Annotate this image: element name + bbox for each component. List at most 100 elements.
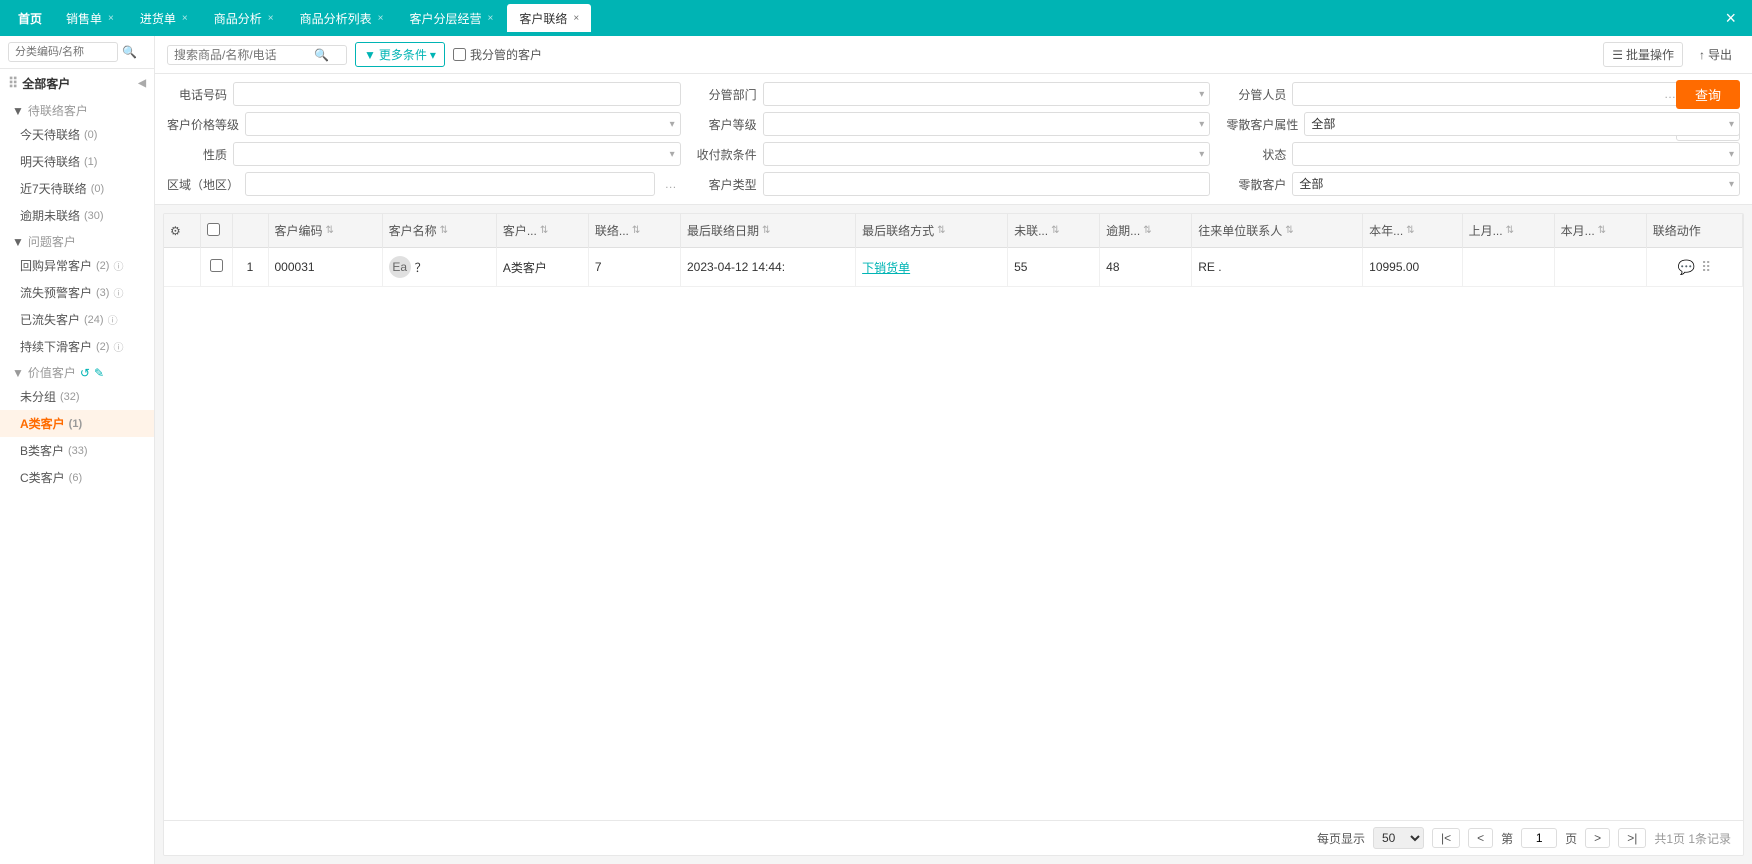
sidebar-search-area: 🔍	[0, 36, 154, 69]
my-customers-checkbox-area[interactable]: 我分管的客户	[453, 46, 542, 63]
sidebar-item-class-a[interactable]: A类客户 (1)	[0, 410, 154, 437]
sidebar-item-loss-warning[interactable]: 流失预警客户 (3) ⓘ	[0, 279, 154, 306]
sort-last-method-icon[interactable]: ⇅	[937, 225, 945, 236]
sidebar-all-customers-header[interactable]: ⠿ 全部客户 ◀	[0, 69, 154, 98]
close-product-analysis-icon[interactable]: ×	[268, 13, 274, 24]
sidebar-item-declining[interactable]: 持续下滑客户 (2) ⓘ	[0, 333, 154, 360]
th-this-month: 本月... ⇅	[1554, 214, 1646, 248]
close-sales-order-icon[interactable]: ×	[108, 13, 114, 24]
toolbar: 🔍 ▼ 更多条件 ▾ 我分管的客户 ☰ 批量操作 ↑ 导出	[155, 36, 1752, 74]
customer-avatar: Ea	[389, 256, 411, 278]
select-all-checkbox[interactable]	[207, 223, 220, 236]
th-last-month: 上月... ⇅	[1462, 214, 1554, 248]
page-number-input[interactable]	[1521, 828, 1557, 848]
sidebar-item-class-b[interactable]: B类客户 (33)	[0, 437, 154, 464]
window-close-button[interactable]: ×	[1717, 8, 1744, 29]
toolbar-search-input[interactable]	[174, 48, 314, 62]
settings-gear-icon[interactable]: ⚙	[170, 224, 181, 238]
sort-this-year-icon[interactable]: ⇅	[1406, 225, 1414, 236]
row-overdue-cell: 48	[1100, 248, 1192, 287]
pagination-bar: 每页显示 50 10 20 100 |< < 第 页 > >| 共1页 1条记录	[164, 820, 1743, 855]
sidebar-item-7day-pending[interactable]: 近7天待联络 (0)	[0, 175, 154, 202]
row-select-checkbox[interactable]	[210, 259, 223, 272]
filter-nature-select[interactable]	[233, 142, 681, 166]
sort-last-date-icon[interactable]: ⇅	[762, 225, 770, 236]
filter-status-select[interactable]	[1292, 142, 1740, 166]
prev-page-button[interactable]: <	[1468, 828, 1493, 848]
filter-phone: 电话号码	[167, 82, 681, 106]
filter-customer-type-input[interactable]	[763, 172, 1211, 196]
last-contact-method-link[interactable]: 下销货单	[862, 261, 910, 275]
tab-customer-layered[interactable]: 客户分层经营 ×	[397, 4, 505, 32]
sidebar-item-lost[interactable]: 已流失客户 (24) ⓘ	[0, 306, 154, 333]
th-code: 客户编码 ⇅	[268, 214, 382, 248]
sort-name-icon[interactable]: ⇅	[440, 225, 448, 236]
row-unit-contact-cell: RE .	[1192, 248, 1363, 287]
sort-not-contacted-icon[interactable]: ⇅	[1051, 225, 1059, 236]
close-customer-contact-icon[interactable]: ×	[573, 13, 579, 24]
last-page-button[interactable]: >|	[1618, 828, 1646, 848]
table-row: 1 000031 Ea ？	[164, 248, 1743, 287]
sort-contact-icon[interactable]: ⇅	[632, 225, 640, 236]
sidebar-search-input[interactable]	[8, 42, 118, 62]
sort-category-icon[interactable]: ⇅	[540, 225, 548, 236]
sort-code-icon[interactable]: ⇅	[326, 225, 334, 236]
tab-product-analysis-list[interactable]: 商品分析列表 ×	[288, 4, 396, 32]
chat-action-icon[interactable]: 💬	[1678, 259, 1695, 276]
th-num	[232, 214, 268, 248]
filter-panel: 电话号码 分管部门 ▾ 分管人员 … 查询	[155, 74, 1752, 205]
th-unit-contact: 往来单位联系人 ⇅	[1192, 214, 1363, 248]
sidebar-search-icon[interactable]: 🔍	[122, 45, 137, 59]
filter-level-select[interactable]	[763, 112, 1211, 136]
row-not-contacted-cell: 55	[1008, 248, 1100, 287]
filter-retail-attr-select[interactable]: 全部	[1304, 112, 1740, 136]
sort-last-month-icon[interactable]: ⇅	[1506, 225, 1514, 236]
sidebar-item-overdue-pending[interactable]: 逾期未联络 (30)	[0, 202, 154, 229]
my-customers-checkbox[interactable]	[453, 48, 466, 61]
table-scroll-area[interactable]: ⚙ 客户编码 ⇅	[164, 214, 1743, 820]
refresh-icon[interactable]: ↺	[80, 366, 90, 380]
export-button[interactable]: ↑ 导出	[1691, 43, 1740, 66]
batch-icon: ☰	[1612, 48, 1623, 62]
more-filters-button[interactable]: ▼ 更多条件 ▾	[355, 42, 445, 67]
sidebar-item-today-pending[interactable]: 今天待联络 (0)	[0, 121, 154, 148]
tab-purchase-order[interactable]: 进货单 ×	[128, 4, 200, 32]
sidebar-item-class-c[interactable]: C类客户 (6)	[0, 464, 154, 491]
page-size-select[interactable]: 50 10 20 100	[1373, 827, 1424, 849]
close-purchase-order-icon[interactable]: ×	[182, 13, 188, 24]
filter-retail-customer-select[interactable]: 全部	[1292, 172, 1740, 196]
sort-overdue-icon[interactable]: ⇅	[1143, 225, 1151, 236]
filter-region-input[interactable]	[245, 172, 655, 196]
collapse-icon[interactable]: ◀	[138, 78, 146, 89]
filter-price-level-select[interactable]	[245, 112, 681, 136]
th-last-method: 最后联络方式 ⇅	[856, 214, 1008, 248]
sidebar-item-ungrouped[interactable]: 未分组 (32)	[0, 383, 154, 410]
row-last-month-cell	[1462, 248, 1554, 287]
sidebar-item-tomorrow-pending[interactable]: 明天待联络 (1)	[0, 148, 154, 175]
tab-sales-order[interactable]: 销售单 ×	[54, 4, 126, 32]
query-button[interactable]: 查询	[1676, 80, 1740, 109]
table-header-row: ⚙ 客户编码 ⇅	[164, 214, 1743, 248]
edit-icon[interactable]: ✎	[94, 366, 104, 380]
sort-this-month-icon[interactable]: ⇅	[1598, 225, 1606, 236]
tab-customer-contact[interactable]: 客户联络 ×	[507, 4, 591, 32]
filter-icon: ▼	[364, 48, 376, 62]
filter-dept-select[interactable]	[763, 82, 1211, 106]
next-page-button[interactable]: >	[1585, 828, 1610, 848]
home-tab[interactable]: 首页	[8, 10, 52, 27]
region-ellipsis-icon[interactable]: …	[661, 177, 681, 191]
close-customer-layered-icon[interactable]: ×	[487, 13, 493, 24]
batch-operations-button[interactable]: ☰ 批量操作	[1603, 42, 1683, 67]
filter-payment: 收付款条件 ▾	[697, 142, 1211, 166]
row-name-cell: Ea ？	[382, 248, 496, 287]
filter-phone-input[interactable]	[233, 82, 681, 106]
sidebar-item-repurchase-abnormal[interactable]: 回购异常客户 (2) ⓘ	[0, 252, 154, 279]
toolbar-search-icon[interactable]: 🔍	[314, 48, 329, 62]
close-product-analysis-list-icon[interactable]: ×	[378, 13, 384, 24]
first-page-button[interactable]: |<	[1432, 828, 1460, 848]
filter-payment-select[interactable]	[763, 142, 1211, 166]
tab-product-analysis[interactable]: 商品分析 ×	[202, 4, 286, 32]
sort-unit-contact-icon[interactable]: ⇅	[1285, 225, 1293, 236]
row-code-cell: 000031	[268, 248, 382, 287]
more-action-icon[interactable]: ⠿	[1701, 259, 1711, 276]
